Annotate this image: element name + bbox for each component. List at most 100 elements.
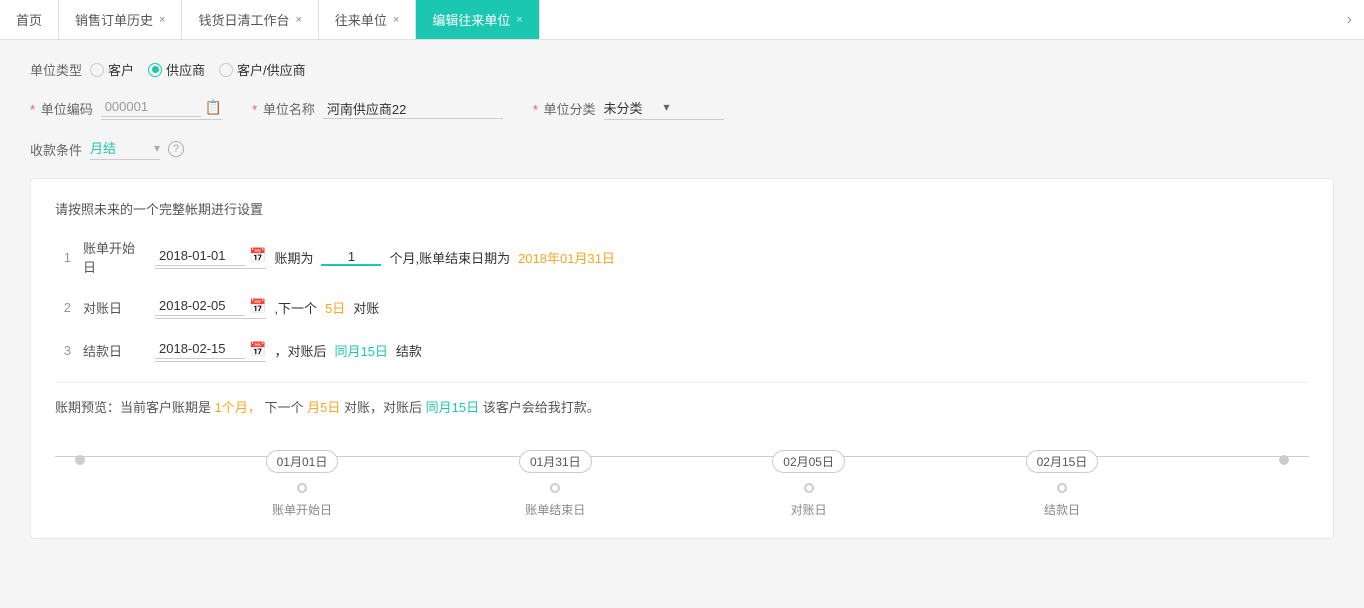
tab-cash-label: 钱货日清工作台: [198, 10, 289, 29]
unit-name-input[interactable]: [323, 99, 503, 119]
preview-months: 1个月，: [215, 400, 261, 415]
unit-category-group: * 单位分类 未分类 ▾: [533, 98, 724, 120]
step1-month-input[interactable]: [321, 249, 381, 266]
step3-calendar-icon[interactable]: 📅: [249, 341, 266, 358]
timeline-sublabel-4: 结款日: [1044, 501, 1080, 518]
timeline-dot-left: [75, 455, 85, 465]
step2-calendar-icon[interactable]: 📅: [249, 298, 266, 315]
step3-suffix: 结款: [396, 341, 422, 360]
step-label-1: 账单开始日: [83, 238, 143, 276]
tab-edit-close[interactable]: ×: [516, 14, 522, 26]
step-num-3: 3: [55, 343, 71, 358]
radio-both-circle: [219, 63, 233, 77]
tab-home[interactable]: 首页: [0, 0, 59, 39]
timeline-point-2: 01月31日 账单结束日: [519, 450, 592, 518]
timeline-sublabel-3: 对账日: [791, 501, 827, 518]
timeline-point-1: 01月01日 账单开始日: [266, 450, 339, 518]
step3-date-input[interactable]: [155, 339, 245, 359]
timeline-dot-right: [1279, 455, 1289, 465]
unit-code-star: *: [30, 102, 35, 117]
unit-category-select[interactable]: 未分类 ▾: [604, 98, 724, 120]
tab-edit-partner[interactable]: 编辑往来单位 ×: [416, 0, 539, 39]
tab-partner-label: 往来单位: [335, 10, 387, 29]
timeline-start-dot: [75, 450, 85, 465]
preview-text: 账期预览：当前客户账期是 1个月， 下一个 月5日 对账，对账后 同月15日 该…: [55, 397, 1309, 416]
timeline-container: 01月01日 账单开始日 01月31日 账单结束日 02月05日: [55, 436, 1309, 518]
tab-cash-reconciliation[interactable]: 钱货日清工作台 ×: [182, 0, 318, 39]
timeline-dot-4: [1057, 483, 1067, 493]
unit-category-star: *: [533, 102, 538, 117]
step1-date-input[interactable]: [155, 246, 245, 266]
tab-partner-units[interactable]: 往来单位 ×: [319, 0, 416, 39]
payment-terms-row: 收款条件 月结 ▾ ?: [30, 138, 1334, 160]
step-content-3: 📅 ，对账后 同月15日 结款: [155, 339, 1309, 362]
step3-prefix: ，对账后: [274, 341, 326, 360]
radio-supplier-label: 供应商: [166, 60, 205, 79]
preview-payment-day: 同月15日: [426, 400, 479, 415]
timeline-dot-2: [550, 483, 560, 493]
preview-reconcile-prefix: 下一个: [265, 400, 304, 415]
preview-reconcile-suffix: 对账，对账后: [344, 400, 422, 415]
step2-date-input[interactable]: [155, 296, 245, 316]
radio-both[interactable]: 客户/供应商: [219, 60, 306, 79]
radio-customer[interactable]: 客户: [90, 60, 134, 79]
radio-both-label: 客户/供应商: [237, 60, 306, 79]
tab-edit-label: 编辑往来单位: [432, 10, 510, 29]
step1-end-date: 2018年01月31日: [518, 248, 615, 267]
unit-code-input[interactable]: [101, 97, 201, 117]
unit-info-row: * 单位编码 📋 * 单位名称 * 单位分类 未分类 ▾: [30, 97, 1334, 120]
tab-more-button[interactable]: ›: [1335, 11, 1364, 29]
payment-terms-label: 收款条件: [30, 140, 82, 159]
main-content: 单位类型 客户 供应商 客户/供应商 * 单位编码: [0, 40, 1364, 608]
step2-date-wrapper: 📅: [155, 296, 266, 319]
step-content-2: 📅 ,下一个 5日 对账: [155, 296, 1309, 319]
step-row-2: 2 对账日 📅 ,下一个 5日 对账: [55, 296, 1309, 319]
timeline-point-3: 02月05日 对账日: [772, 450, 845, 518]
tab-sales-close[interactable]: ×: [159, 14, 165, 26]
step1-suffix-before: 账期为: [274, 248, 313, 267]
preview-reconcile-day: 月5日: [307, 400, 340, 415]
unit-code-input-wrapper: 📋: [101, 97, 222, 120]
preview-payment-suffix: 该客户会给我打款。: [483, 400, 600, 415]
timeline-line: [55, 456, 1309, 457]
step-num-1: 1: [55, 250, 71, 265]
tab-home-label: 首页: [16, 10, 42, 29]
unit-code-group: * 单位编码 📋: [30, 97, 222, 120]
help-icon[interactable]: ?: [168, 141, 184, 157]
card-title: 请按照未来的一个完整帐期进行设置: [55, 199, 1309, 218]
step-label-3: 结款日: [83, 341, 143, 360]
step-label-2: 对账日: [83, 298, 143, 317]
tab-sales-order-history[interactable]: 销售订单历史 ×: [59, 0, 182, 39]
tab-partner-close[interactable]: ×: [393, 14, 399, 26]
timeline-date-3: 02月05日: [772, 450, 845, 473]
tab-bar: 首页 销售订单历史 × 钱货日清工作台 × 往来单位 × 编辑往来单位 × ›: [0, 0, 1364, 40]
step2-comma: ,下一个: [274, 298, 317, 317]
timeline-date-2: 01月31日: [519, 450, 592, 473]
radio-supplier[interactable]: 供应商: [148, 60, 205, 79]
unit-name-group: * 单位名称: [252, 99, 503, 119]
unit-name-label: * 单位名称: [252, 99, 315, 118]
unit-type-label: 单位类型: [30, 60, 82, 79]
step-row-3: 3 结款日 📅 ，对账后 同月15日 结款: [55, 339, 1309, 362]
step2-suffix: 对账: [353, 298, 379, 317]
payment-terms-value: 月结: [90, 138, 150, 157]
timeline-date-1: 01月01日: [266, 450, 339, 473]
step-num-2: 2: [55, 300, 71, 315]
timeline-dot-1: [297, 483, 307, 493]
timeline: 01月01日 账单开始日 01月31日 账单结束日 02月05日: [75, 436, 1289, 518]
step1-suffix-after: 个月,账单结束日期为: [389, 248, 510, 267]
step1-calendar-icon[interactable]: 📅: [249, 247, 266, 264]
radio-group: 客户 供应商 客户/供应商: [90, 60, 306, 79]
tab-cash-close[interactable]: ×: [295, 14, 301, 26]
unit-code-label: * 单位编码: [30, 99, 93, 118]
unit-code-calendar-icon[interactable]: 📋: [205, 99, 222, 116]
payment-terms-group: 收款条件 月结 ▾ ?: [30, 138, 184, 160]
step2-day-highlight: 5日: [325, 298, 345, 317]
step-content-1: 📅 账期为 个月,账单结束日期为 2018年01月31日: [155, 246, 1309, 269]
step3-day-highlight: 同月15日: [334, 341, 387, 360]
payment-terms-select[interactable]: 月结 ▾: [90, 138, 160, 160]
step3-date-wrapper: 📅: [155, 339, 266, 362]
unit-category-value: 未分类: [604, 98, 664, 117]
step1-date-wrapper: 📅: [155, 246, 266, 269]
radio-customer-label: 客户: [108, 60, 134, 79]
